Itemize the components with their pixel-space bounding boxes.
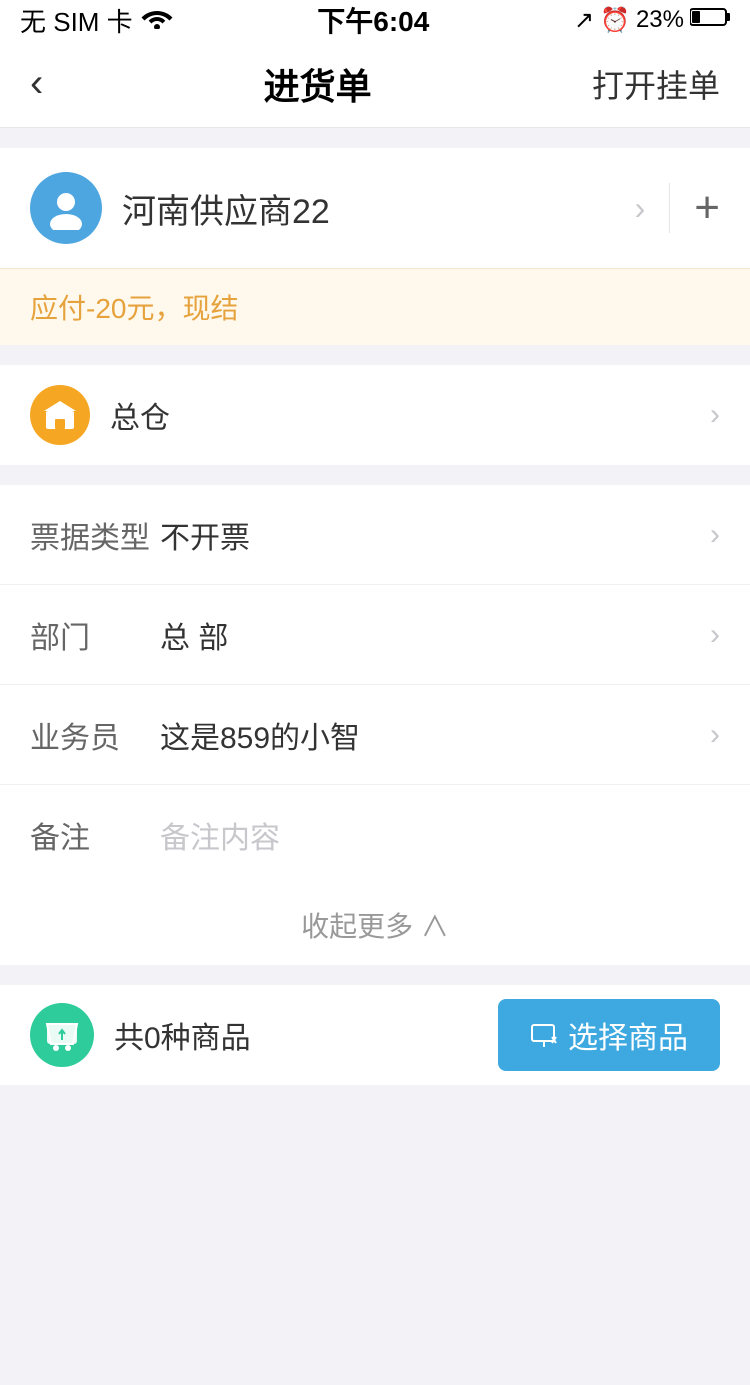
alarm-icon: ⏰ — [600, 6, 630, 35]
salesperson-row[interactable]: 业务员 这是859的小智 › — [0, 685, 750, 785]
bottom-bar: 共0种商品 选择商品 — [0, 985, 750, 1085]
department-row[interactable]: 部门 总 部 › — [0, 585, 750, 685]
notice-bar: 应付-20元，现结 — [0, 268, 750, 345]
page-background — [0, 1085, 750, 1385]
remark-placeholder: 备注内容 — [160, 813, 720, 857]
carrier-text: 无 SIM 卡 — [20, 2, 133, 39]
collapse-label: 收起更多 ∧ — [301, 905, 449, 945]
notice-text: 应付-20元，现结 — [30, 293, 238, 324]
supplier-name: 河南供应商22 — [122, 184, 635, 233]
select-product-button[interactable]: 选择商品 — [498, 999, 720, 1071]
salesperson-label: 业务员 — [30, 713, 160, 757]
status-time: 下午6:04 — [317, 0, 429, 40]
warehouse-name: 总仓 — [110, 393, 710, 437]
remark-row[interactable]: 备注 备注内容 — [0, 785, 750, 885]
supplier-divider — [669, 183, 670, 233]
status-left: 无 SIM 卡 — [20, 2, 173, 39]
form-section: 票据类型 不开票 › 部门 总 部 › 业务员 这是859的小智 › 备注 备注… — [0, 485, 750, 885]
product-count: 共0种商品 — [114, 1013, 498, 1057]
invoice-type-label: 票据类型 — [30, 513, 160, 557]
nav-bar: ‹ 进货单 打开挂单 — [0, 40, 750, 128]
open-pending-button[interactable]: 打开挂单 — [592, 61, 720, 107]
section-gap-2 — [0, 345, 750, 365]
battery-icon — [690, 6, 730, 34]
warehouse-icon — [30, 385, 90, 445]
add-supplier-button[interactable]: + — [694, 186, 720, 230]
supplier-section: 河南供应商22 › + 应付-20元，现结 — [0, 148, 750, 345]
select-product-label: 选择商品 — [568, 1013, 688, 1057]
warehouse-section: 总仓 › — [0, 365, 750, 465]
invoice-type-row[interactable]: 票据类型 不开票 › — [0, 485, 750, 585]
supplier-chevron-icon: › — [635, 190, 646, 227]
back-button[interactable]: ‹ — [30, 61, 43, 106]
status-right: ↗ ⏰ 23% — [574, 6, 730, 35]
warehouse-row[interactable]: 总仓 › — [0, 365, 750, 465]
page-title: 进货单 — [264, 58, 372, 110]
section-gap-3 — [0, 465, 750, 485]
collapse-button[interactable]: 收起更多 ∧ — [0, 885, 750, 965]
invoice-type-chevron-icon: › — [710, 518, 720, 552]
wifi-icon — [141, 5, 173, 36]
location-icon: ↗ — [574, 6, 594, 35]
cart-icon — [30, 1003, 94, 1067]
department-chevron-icon: › — [710, 618, 720, 652]
section-gap-1 — [0, 128, 750, 148]
department-label: 部门 — [30, 613, 160, 657]
status-bar: 无 SIM 卡 下午6:04 ↗ ⏰ 23% — [0, 0, 750, 40]
department-value: 总 部 — [160, 613, 710, 657]
supplier-row[interactable]: 河南供应商22 › + — [0, 148, 750, 268]
supplier-avatar — [30, 172, 102, 244]
battery-text: 23% — [636, 6, 684, 34]
salesperson-chevron-icon: › — [710, 718, 720, 752]
invoice-type-value: 不开票 — [160, 513, 710, 557]
warehouse-chevron-icon: › — [710, 398, 720, 432]
salesperson-value: 这是859的小智 — [160, 713, 710, 757]
remark-label: 备注 — [30, 813, 160, 857]
section-gap-4 — [0, 965, 750, 985]
